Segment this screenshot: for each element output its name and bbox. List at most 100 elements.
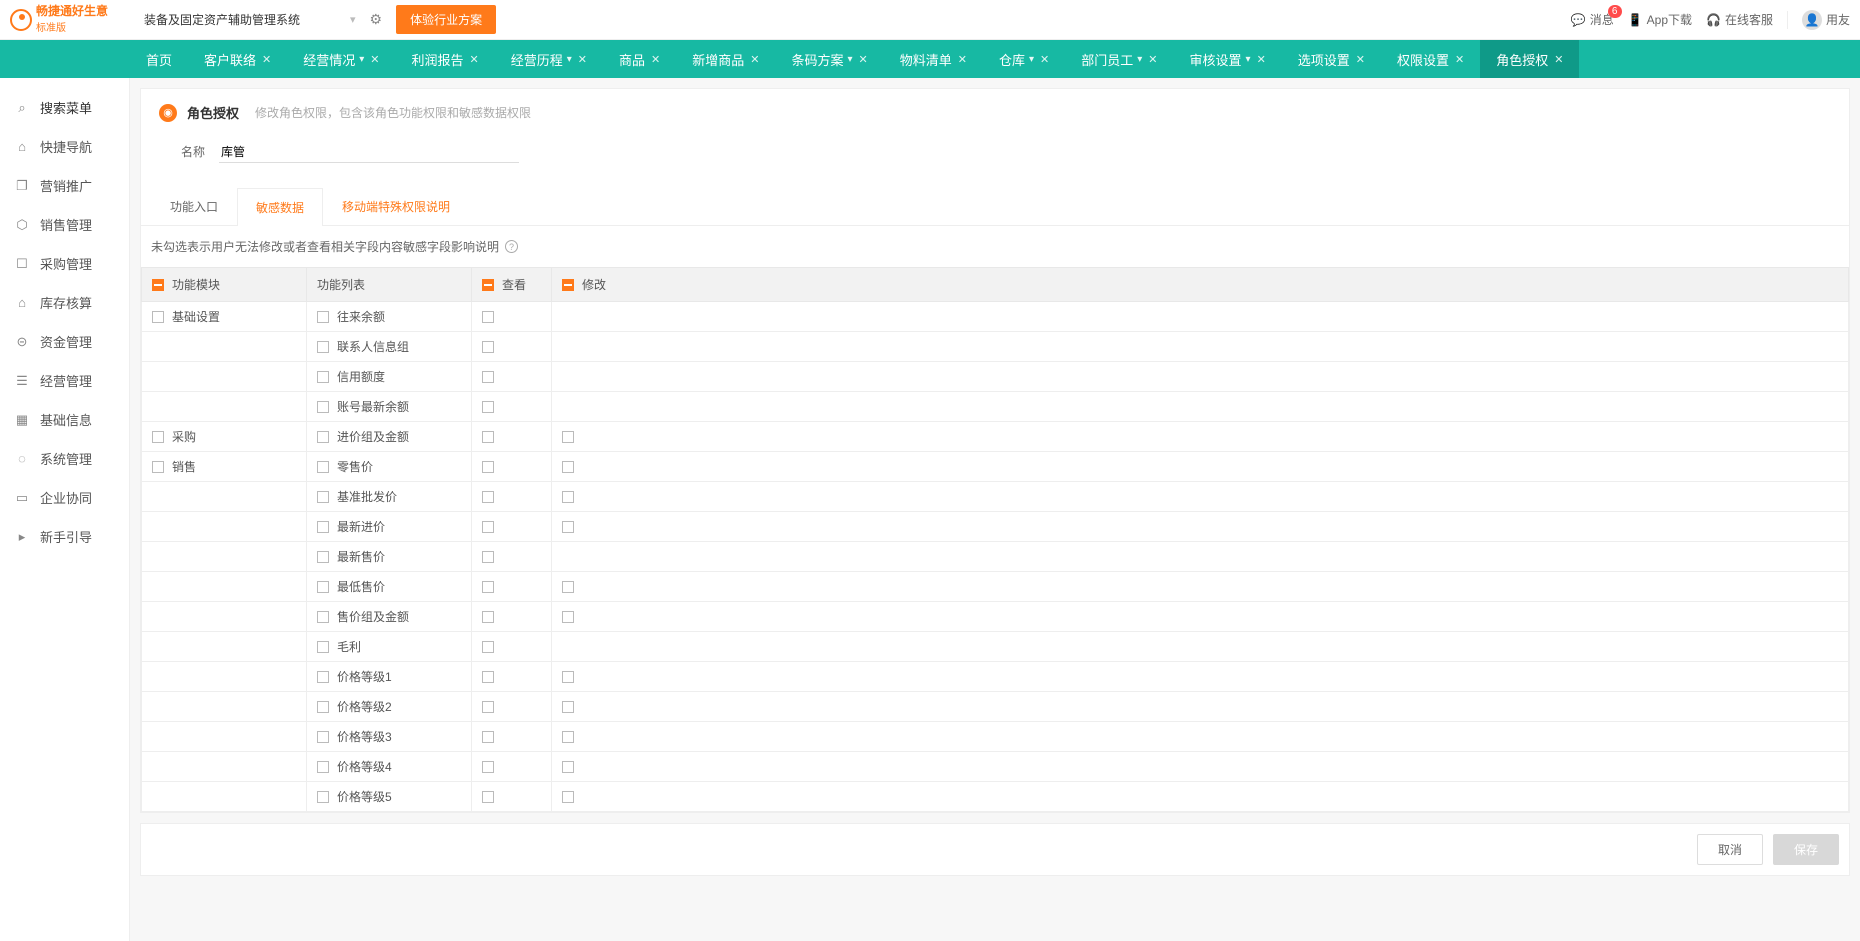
- view-checkbox[interactable]: [482, 431, 494, 443]
- close-icon[interactable]: ✕: [1257, 53, 1266, 66]
- close-icon[interactable]: ✕: [1040, 53, 1049, 66]
- func-checkbox[interactable]: [317, 371, 329, 383]
- func-checkbox[interactable]: [317, 311, 329, 323]
- func-checkbox[interactable]: [317, 791, 329, 803]
- close-icon[interactable]: ✕: [1356, 53, 1365, 66]
- func-checkbox[interactable]: [317, 731, 329, 743]
- tab-8[interactable]: 物料清单✕: [884, 40, 983, 78]
- close-icon[interactable]: ✕: [1455, 53, 1464, 66]
- edit-checkbox[interactable]: [562, 761, 574, 773]
- view-checkbox[interactable]: [482, 491, 494, 503]
- close-icon[interactable]: ✕: [958, 53, 967, 66]
- view-checkbox[interactable]: [482, 641, 494, 653]
- sidebar-item-3[interactable]: ⬡销售管理: [0, 205, 129, 244]
- edit-checkbox[interactable]: [562, 461, 574, 473]
- close-icon[interactable]: ✕: [859, 53, 868, 66]
- tab-13[interactable]: 权限设置✕: [1381, 40, 1480, 78]
- view-checkbox[interactable]: [482, 701, 494, 713]
- module-checkbox[interactable]: [152, 431, 164, 443]
- cancel-button[interactable]: 取消: [1697, 834, 1763, 865]
- tab-5[interactable]: 商品✕: [603, 40, 676, 78]
- view-checkbox[interactable]: [482, 761, 494, 773]
- info-icon[interactable]: ?: [505, 240, 518, 253]
- edit-checkbox[interactable]: [562, 791, 574, 803]
- user-menu[interactable]: 👤 用友: [1802, 10, 1850, 30]
- sidebar-item-1[interactable]: ⌂快捷导航: [0, 127, 129, 166]
- subtab-function-entry[interactable]: 功能入口: [151, 187, 237, 225]
- system-selector[interactable]: 装备及固定资产辅助管理系统 ▾: [144, 11, 356, 28]
- func-checkbox[interactable]: [317, 461, 329, 473]
- view-checkbox[interactable]: [482, 311, 494, 323]
- view-checkbox[interactable]: [482, 401, 494, 413]
- tab-2[interactable]: 经营情况▾✕: [287, 40, 395, 78]
- tab-4[interactable]: 经营历程▾✕: [495, 40, 603, 78]
- edit-checkbox[interactable]: [562, 611, 574, 623]
- func-checkbox[interactable]: [317, 431, 329, 443]
- tab-1[interactable]: 客户联络✕: [188, 40, 287, 78]
- func-checkbox[interactable]: [317, 581, 329, 593]
- edit-checkbox[interactable]: [562, 491, 574, 503]
- sidebar-item-6[interactable]: ⊝资金管理: [0, 322, 129, 361]
- view-checkbox[interactable]: [482, 731, 494, 743]
- edit-checkbox[interactable]: [562, 521, 574, 533]
- edit-checkbox[interactable]: [562, 431, 574, 443]
- tab-3[interactable]: 利润报告✕: [396, 40, 495, 78]
- view-checkbox[interactable]: [482, 371, 494, 383]
- experience-plan-button[interactable]: 体验行业方案: [396, 5, 496, 34]
- close-icon[interactable]: ✕: [1554, 53, 1563, 66]
- func-checkbox[interactable]: [317, 491, 329, 503]
- tab-14[interactable]: 角色授权✕: [1480, 40, 1579, 78]
- sidebar-item-4[interactable]: ☐采购管理: [0, 244, 129, 283]
- subtab-mobile-permission-note[interactable]: 移动端特殊权限说明: [323, 187, 469, 225]
- func-checkbox[interactable]: [317, 341, 329, 353]
- tab-6[interactable]: 新增商品✕: [676, 40, 775, 78]
- func-checkbox[interactable]: [317, 521, 329, 533]
- func-checkbox[interactable]: [317, 401, 329, 413]
- view-checkbox[interactable]: [482, 791, 494, 803]
- app-download-link[interactable]: 📱 App下载: [1628, 11, 1692, 28]
- sidebar-item-2[interactable]: ❐营销推广: [0, 166, 129, 205]
- tab-7[interactable]: 条码方案▾✕: [775, 40, 883, 78]
- edit-checkbox[interactable]: [562, 731, 574, 743]
- sidebar-item-0[interactable]: ⌕搜索菜单: [0, 88, 129, 127]
- sidebar-item-7[interactable]: ☰经营管理: [0, 361, 129, 400]
- func-checkbox[interactable]: [317, 671, 329, 683]
- close-icon[interactable]: ✕: [750, 53, 759, 66]
- module-checkbox[interactable]: [152, 311, 164, 323]
- func-checkbox[interactable]: [317, 761, 329, 773]
- edit-checkbox[interactable]: [562, 671, 574, 683]
- gear-icon[interactable]: ⚙: [370, 11, 383, 28]
- func-checkbox[interactable]: [317, 611, 329, 623]
- view-checkbox[interactable]: [482, 341, 494, 353]
- tab-9[interactable]: 仓库▾✕: [983, 40, 1065, 78]
- subtab-sensitive-data[interactable]: 敏感数据: [237, 188, 323, 226]
- view-checkbox[interactable]: [482, 461, 494, 473]
- role-name-input[interactable]: [219, 140, 519, 163]
- edit-checkbox[interactable]: [562, 581, 574, 593]
- tab-0[interactable]: 首页: [130, 40, 188, 78]
- edit-checkbox[interactable]: [562, 701, 574, 713]
- view-checkbox[interactable]: [482, 521, 494, 533]
- func-checkbox[interactable]: [317, 551, 329, 563]
- close-icon[interactable]: ✕: [262, 53, 271, 66]
- sidebar-item-10[interactable]: ▭企业协同: [0, 478, 129, 517]
- sidebar-item-11[interactable]: ▸新手引导: [0, 517, 129, 556]
- close-icon[interactable]: ✕: [578, 53, 587, 66]
- close-icon[interactable]: ✕: [370, 53, 379, 66]
- close-icon[interactable]: ✕: [470, 53, 479, 66]
- func-checkbox[interactable]: [317, 641, 329, 653]
- tab-10[interactable]: 部门员工▾✕: [1065, 40, 1173, 78]
- view-checkbox[interactable]: [482, 671, 494, 683]
- sidebar-item-8[interactable]: ▦基础信息: [0, 400, 129, 439]
- checkbox-indeterminate-icon[interactable]: [152, 279, 164, 291]
- online-service-link[interactable]: 🎧 在线客服: [1706, 11, 1773, 28]
- func-checkbox[interactable]: [317, 701, 329, 713]
- save-button[interactable]: 保存: [1773, 834, 1839, 865]
- module-checkbox[interactable]: [152, 461, 164, 473]
- close-icon[interactable]: ✕: [1148, 53, 1157, 66]
- sidebar-item-5[interactable]: ⌂库存核算: [0, 283, 129, 322]
- view-checkbox[interactable]: [482, 581, 494, 593]
- sidebar-item-9[interactable]: ◌系统管理: [0, 439, 129, 478]
- checkbox-indeterminate-icon[interactable]: [482, 279, 494, 291]
- close-icon[interactable]: ✕: [651, 53, 660, 66]
